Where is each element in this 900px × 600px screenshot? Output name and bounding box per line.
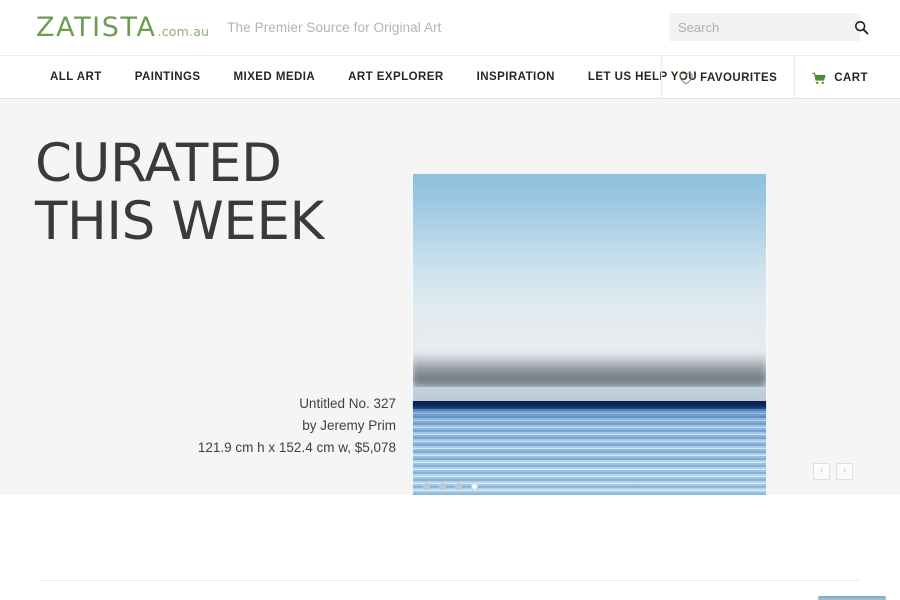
site-header: ZATISTA .com.au The Premier Source for O… [0,0,900,55]
search-input[interactable] [669,19,854,35]
page-root: ZATISTA .com.au The Premier Source for O… [0,0,900,600]
nav-actions: FAVOURITES CART [661,56,900,100]
cart-label: CART [834,72,868,84]
artwork-title: Untitled No. 327 [299,396,396,411]
carousel-prev-button[interactable]: ‹ [813,463,830,480]
artwork-details: 121.9 cm h x 152.4 cm w, $5,078 [197,440,396,455]
nav-links: ALL ART PAINTINGS MIXED MEDIA ART EXPLOR… [50,71,730,83]
favourites-label: FAVOURITES [700,72,778,84]
main-navigation: ALL ART PAINTINGS MIXED MEDIA ART EXPLOR… [0,55,900,100]
carousel-arrows: ‹ › [813,463,853,480]
nav-item-paintings[interactable]: PAINTINGS [135,71,201,83]
search-bar[interactable] [669,13,869,41]
logo-domain-suffix: .com.au [157,24,210,39]
nav-item-art-explorer[interactable]: ART EXPLORER [348,71,444,83]
nav-item-mixed-media[interactable]: MIXED MEDIA [234,71,316,83]
nav-item-inspiration[interactable]: INSPIRATION [477,71,555,83]
brand-logo[interactable]: ZATISTA .com.au [36,14,209,41]
cart-button[interactable]: CART [794,56,900,100]
cart-icon [812,72,826,84]
hero-title-line2: THIS WEEK [35,191,324,252]
carousel-dot-3[interactable] [454,483,462,490]
site-tagline: The Premier Source for Original Art [227,19,442,35]
logo-wordmark: ZATISTA [36,12,157,43]
carousel-pagination [0,483,900,490]
carousel-dot-4[interactable] [470,483,478,490]
heart-icon [679,72,693,84]
favourites-button[interactable]: FAVOURITES [661,56,794,100]
hero-title-line1: CURATED [35,133,282,194]
hero-section: CURATED THIS WEEK Untitled No. 327 by Je… [0,99,900,557]
corner-widget-bar[interactable] [818,596,886,600]
carousel-dot-1[interactable] [422,483,430,490]
section-divider [40,580,860,581]
nav-item-all-art[interactable]: ALL ART [50,71,102,83]
search-button[interactable] [854,13,869,41]
page-title: CURATED THIS WEEK [35,135,324,251]
artwork-artist: by Jeremy Prim [302,418,396,433]
artwork-horizon-line [412,401,767,409]
content-below-hero [0,495,900,600]
carousel-dot-2[interactable] [438,483,446,490]
carousel-next-button[interactable]: › [836,463,853,480]
artwork-caption: Untitled No. 327 by Jeremy Prim 121.9 cm… [198,393,396,459]
search-icon [854,20,869,34]
